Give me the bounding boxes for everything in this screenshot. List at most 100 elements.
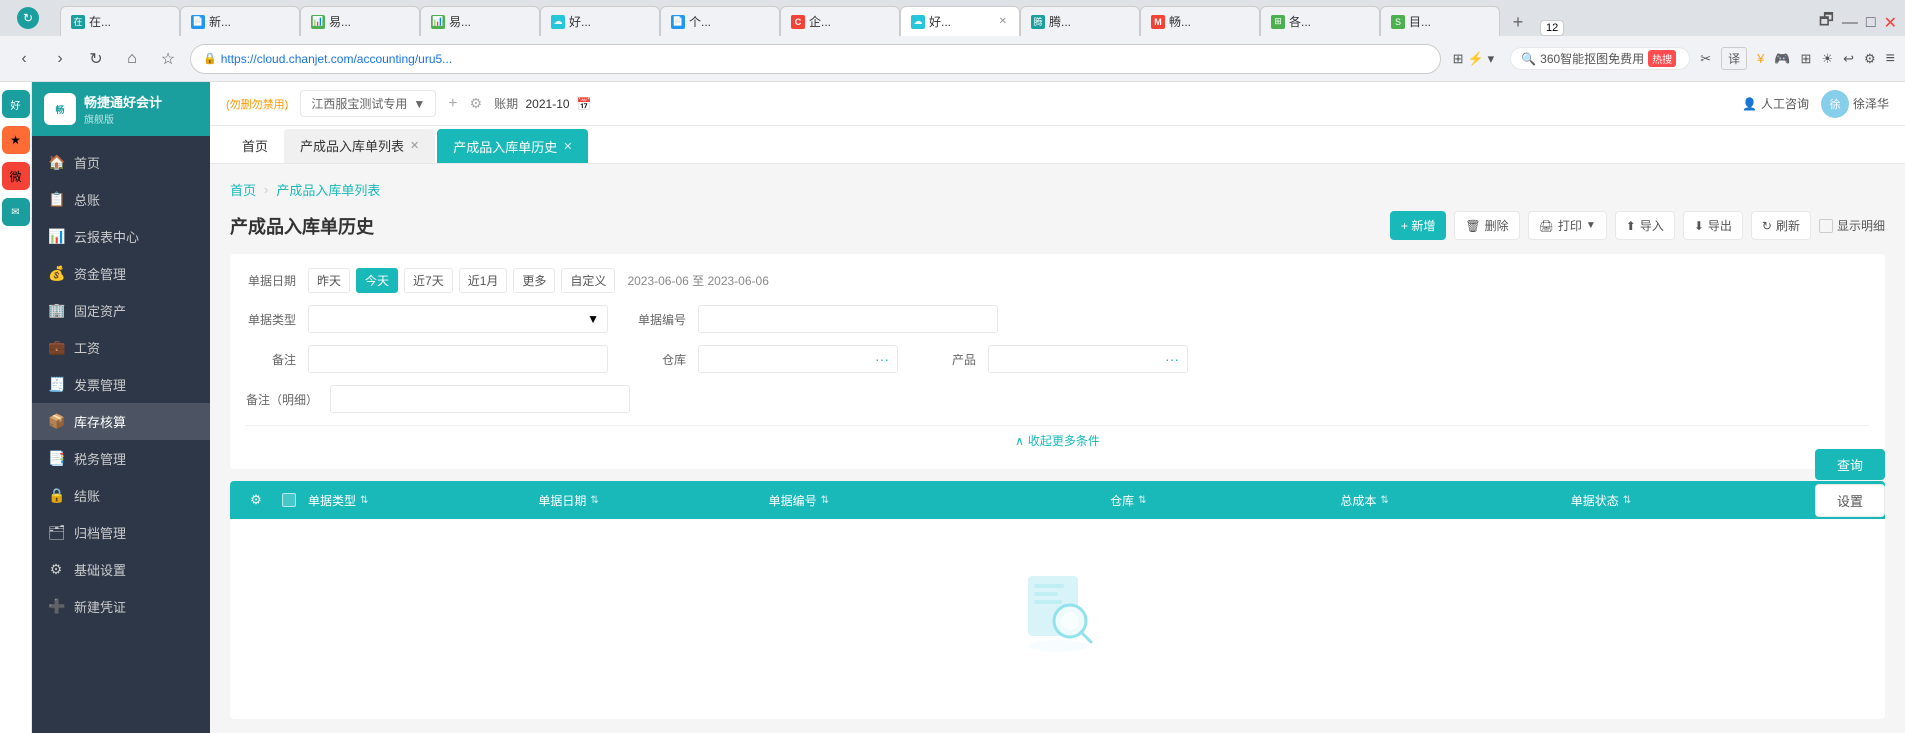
maximize-btn[interactable]: □ (1866, 14, 1876, 32)
menu-icon[interactable]: ≡ (1886, 50, 1895, 68)
sidebar-item-fixed[interactable]: 🏢 固定资产 (32, 292, 210, 329)
sidebar-item-archive[interactable]: 🗂 归档管理 (32, 514, 210, 551)
table-settings-btn[interactable]: ⚙ (238, 492, 274, 508)
sidebar-item-tax[interactable]: 📑 税务管理 (32, 440, 210, 477)
search-text[interactable]: 360智能抠图免费用 (1540, 50, 1644, 67)
company-selector[interactable]: 江西服宝测试专用 ▼ (300, 90, 436, 117)
th-cost[interactable]: 总成本 ⇅ (1336, 492, 1566, 509)
sidebar-item-newbill[interactable]: ➕ 新建凭证 (32, 588, 210, 625)
query-button[interactable]: 查询 (1815, 449, 1885, 480)
remark-input[interactable] (308, 345, 608, 373)
sidebar-item-funds[interactable]: 💰 资金管理 (32, 255, 210, 292)
breadcrumb-list[interactable]: 产成品入库单列表 (276, 180, 380, 199)
sidebar-item-home[interactable]: 🏠 首页 (32, 144, 210, 181)
page-tab-list-close[interactable]: ✕ (410, 139, 419, 152)
tab-6[interactable]: 📄 个... (660, 6, 780, 36)
calendar-icon[interactable]: 📅 (577, 97, 592, 111)
th-date[interactable]: 单据日期 ⇅ (534, 492, 764, 509)
app-icon-3[interactable]: 微 (2, 162, 30, 190)
lightning-btn[interactable]: ⚡ (1467, 51, 1483, 67)
tab-8-close[interactable]: ✕ (997, 15, 1009, 28)
th-warehouse[interactable]: 仓库 ⇅ (1106, 492, 1336, 509)
tab-12[interactable]: S 目... (1380, 6, 1500, 36)
back-button[interactable]: ‹ (10, 45, 38, 73)
sidebar-item-reports[interactable]: 📊 云报表中心 (32, 218, 210, 255)
page-tab-history[interactable]: 产成品入库单历史 ✕ (437, 129, 588, 163)
forward-button[interactable]: › (46, 45, 74, 73)
ai-consult-btn[interactable]: 👤 人工咨询 (1742, 95, 1809, 112)
date-today[interactable]: 今天 (356, 268, 398, 293)
close-btn[interactable]: ✕ (1884, 13, 1897, 33)
undo-icon[interactable]: ↩ (1843, 51, 1854, 67)
import-button[interactable]: ⬆ 导入 (1615, 211, 1675, 240)
brightness-icon[interactable]: ☀ (1821, 51, 1833, 67)
tab-11[interactable]: ⊞ 各... (1260, 6, 1380, 36)
tab-3[interactable]: 📊 易... (300, 6, 420, 36)
table-select-all[interactable] (274, 493, 304, 507)
type-select[interactable]: ▼ (308, 305, 608, 333)
minimize-btn[interactable]: — (1842, 14, 1858, 32)
currency-icon[interactable]: ¥ (1757, 51, 1764, 66)
user-avatar[interactable]: 徐 (1821, 90, 1849, 118)
th-type[interactable]: 单据类型 ⇅ (304, 492, 534, 509)
date-yesterday[interactable]: 昨天 (308, 268, 350, 293)
collapse-bar[interactable]: ∧ 收起更多条件 (246, 425, 1869, 455)
date-7days[interactable]: 近7天 (404, 268, 453, 293)
warehouse-dots-icon[interactable]: ··· (875, 351, 889, 367)
sidebar-item-invoice[interactable]: 🧾 发票管理 (32, 366, 210, 403)
add-button[interactable]: + 新增 (1390, 211, 1446, 240)
company-settings-icon[interactable]: ⚙ (470, 95, 483, 112)
extensions-btn[interactable]: ⊞ (1453, 51, 1464, 67)
restore-btn[interactable]: 🗗 (1819, 9, 1834, 36)
cut-icon[interactable]: ✂ (1700, 51, 1711, 67)
show-detail-toggle[interactable]: 显示明细 (1819, 217, 1885, 234)
sidebar-item-inventory[interactable]: 📦 库存核算 (32, 403, 210, 440)
tab-9[interactable]: 腾 腾... (1020, 6, 1140, 36)
new-tab-button[interactable]: + (1504, 8, 1532, 36)
bookmark-button[interactable]: ☆ (154, 45, 182, 73)
settings-icon[interactable]: ⚙ (1864, 51, 1876, 67)
th-number[interactable]: 单据编号 ⇅ (765, 492, 1106, 509)
page-tab-history-close[interactable]: ✕ (563, 140, 572, 153)
more-btn[interactable]: ▾ (1488, 51, 1495, 67)
print-button[interactable]: 🖨 打印 ▼ (1528, 211, 1607, 240)
sidebar-item-settings[interactable]: ⚙ 基础设置 (32, 551, 210, 588)
date-custom[interactable]: 自定义 (561, 268, 615, 293)
export-button[interactable]: ⬇ 导出 (1683, 211, 1743, 240)
tab-1[interactable]: 在 在... (60, 6, 180, 36)
page-tab-list[interactable]: 产成品入库单列表 ✕ (284, 129, 435, 163)
translate-icon[interactable]: 译 (1721, 47, 1747, 70)
show-detail-checkbox[interactable] (1819, 219, 1833, 233)
tab-7[interactable]: C 企... (780, 6, 900, 36)
sidebar-item-closing[interactable]: 🔒 结账 (32, 477, 210, 514)
date-more[interactable]: 更多 (513, 268, 555, 293)
grid-icon[interactable]: ⊞ (1801, 51, 1812, 67)
app-icon-2[interactable]: ★ (2, 126, 30, 154)
address-input[interactable]: 🔒 https://cloud.chanjet.com/accounting/u… (190, 44, 1441, 74)
refresh-button[interactable]: ↻ 刷新 (1751, 211, 1811, 240)
setting-query-button[interactable]: 设置 (1815, 484, 1885, 517)
delete-button[interactable]: 🗑 删除 (1454, 211, 1519, 240)
page-tab-home[interactable]: 首页 (226, 129, 284, 163)
date-1month[interactable]: 近1月 (459, 268, 508, 293)
home-button[interactable]: ⌂ (118, 45, 146, 73)
app-icon-4[interactable]: ✉ (2, 198, 30, 226)
product-dots-icon[interactable]: ··· (1165, 351, 1179, 367)
tab-4[interactable]: 📊 易... (420, 6, 540, 36)
number-input[interactable] (698, 305, 998, 333)
tab-2[interactable]: 📄 新... (180, 6, 300, 36)
app-icon-1[interactable]: 好 (2, 90, 30, 118)
tab-10[interactable]: M 畅... (1140, 6, 1260, 36)
sidebar-item-ledger[interactable]: 📋 总账 (32, 181, 210, 218)
tab-5[interactable]: ☁ 好... (540, 6, 660, 36)
th-status[interactable]: 单据状态 ⇅ (1567, 492, 1797, 509)
add-company-btn[interactable]: + (448, 95, 457, 113)
detail-remark-input[interactable] (330, 385, 630, 413)
game-icon[interactable]: 🎮 (1774, 51, 1790, 67)
warehouse-select[interactable]: ··· (698, 345, 898, 373)
tab-8[interactable]: ☁ 好... ✕ (900, 6, 1020, 36)
breadcrumb-home[interactable]: 首页 (230, 180, 256, 199)
product-select[interactable]: ··· (988, 345, 1188, 373)
reload-button[interactable]: ↻ (82, 45, 110, 73)
sidebar-item-salary[interactable]: 💼 工资 (32, 329, 210, 366)
